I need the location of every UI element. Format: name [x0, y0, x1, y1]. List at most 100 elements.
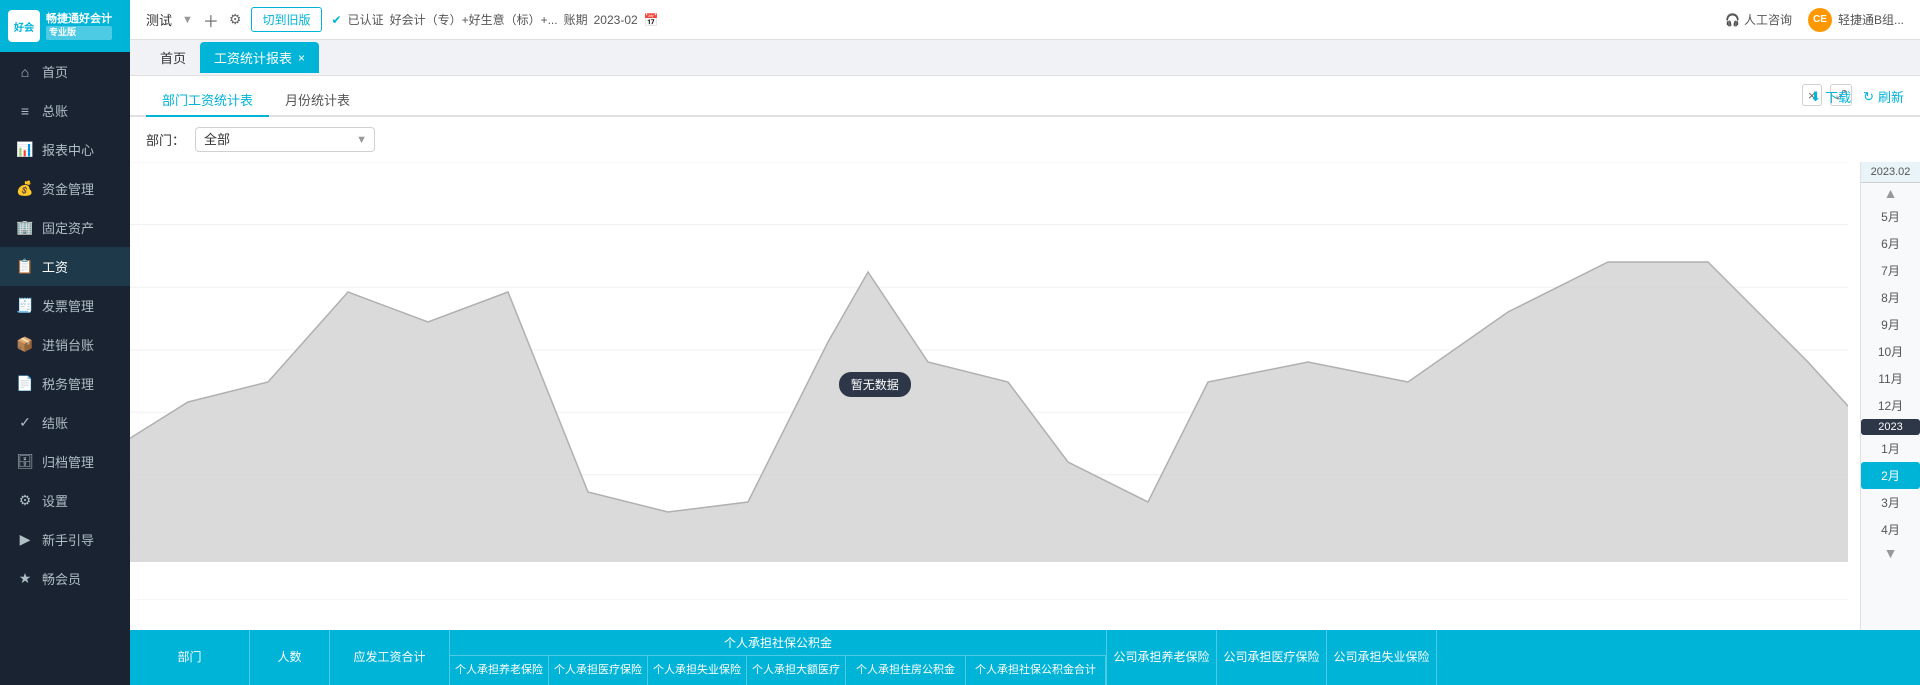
settings-icon[interactable]: ⚙ — [229, 11, 242, 28]
avatar: CE — [1808, 8, 1832, 32]
th-personal-total: 个人承担社保公积金合计 — [966, 656, 1106, 685]
subtab-bar: 部门工资统计表 月份统计表 ⬇ 下载 ↻ 刷新 — [130, 76, 1920, 117]
tab-home[interactable]: 首页 — [146, 42, 200, 73]
certified-icon: ✔ — [332, 13, 342, 27]
tab-payroll[interactable]: 工资统计报表 × — [200, 42, 319, 73]
sidebar-item-label: 归档管理 — [42, 452, 94, 471]
user-menu[interactable]: CE 轻捷通B组... — [1808, 8, 1904, 32]
sidebar-item-payroll[interactable]: 📋工资 — [0, 247, 130, 286]
area-chart — [130, 162, 1848, 600]
payroll-icon: 📋 — [16, 258, 34, 275]
th-personal-major-medical: 个人承担大额医疗 — [747, 656, 846, 685]
refresh-icon: ↻ — [1863, 89, 1874, 105]
archive-icon: 🗄 — [16, 453, 34, 470]
dept-filter-wrap: 全部 ▼ — [195, 127, 375, 152]
sidebar-item-label: 总账 — [42, 101, 68, 120]
ledger-icon: ≡ — [16, 103, 34, 119]
dept-filter-select[interactable]: 全部 — [195, 127, 375, 152]
th-dept: 部门 — [130, 630, 250, 685]
th-total-salary: 应发工资合计 — [330, 630, 450, 685]
logo-text: 畅捷通好会计 专业版 — [46, 12, 112, 40]
sidebar-item-funds[interactable]: 💰 资金管理 — [0, 169, 130, 208]
logo-icon: 好会 — [8, 10, 40, 42]
member-icon: ★ — [16, 570, 34, 587]
th-company-medical: 公司承担医疗保险 — [1217, 630, 1327, 685]
filter-row: 部门： 全部 ▼ — [130, 117, 1920, 162]
funds-icon: 💰 — [16, 180, 34, 197]
right-panel-prev-button[interactable]: ▲ — [1882, 183, 1900, 203]
subtab-dept[interactable]: 部门工资统计表 — [146, 84, 269, 117]
certified-label: 已认证 — [348, 11, 384, 28]
sidebar-item-label: 报表中心 — [42, 140, 94, 159]
th-personal-pension: 个人承担养老保险 — [450, 656, 549, 685]
right-panel-month-1[interactable]: 1月 — [1861, 435, 1920, 462]
main-content: 测试 ▼ ＋ ⚙ 切到旧版 ✔ 已认证 好会计（专）+好生意（标）+... 账期… — [130, 0, 1920, 685]
right-panel-year-badge: 2023 — [1861, 419, 1920, 435]
sidebar-item-assets[interactable]: 🏢固定资产 — [0, 208, 130, 247]
right-panel-year-label: 2023.02 — [1861, 162, 1920, 183]
service-button[interactable]: 🎧 人工咨询 — [1725, 11, 1792, 28]
company-name: 测试 — [146, 10, 172, 29]
period-label: 账期 — [564, 11, 588, 28]
add-icon[interactable]: ＋ — [203, 8, 219, 32]
sidebar-item-ledger[interactable]: ≡ 总账 — [0, 91, 130, 130]
right-panel-month-6[interactable]: 6月 — [1861, 230, 1920, 257]
calendar-icon[interactable]: 📅 — [644, 13, 659, 27]
home-icon: ⌂ — [16, 64, 34, 80]
sidebar-item-sales[interactable]: 📦进销台账 — [0, 325, 130, 364]
right-panel-month-5[interactable]: 5月 — [1861, 203, 1920, 230]
status-tags: 好会计（专）+好生意（标）+... — [390, 11, 558, 28]
sidebar-item-home[interactable]: ⌂ 首页 — [0, 52, 130, 91]
tab-close-icon[interactable]: × — [298, 51, 305, 65]
sidebar-item-guide[interactable]: ▶ 新手引导 — [0, 520, 130, 559]
switch-version-button[interactable]: 切到旧版 — [251, 7, 321, 32]
tax-icon: 📄 — [16, 375, 34, 392]
right-panel-month-10[interactable]: 10月 — [1861, 338, 1920, 365]
th-group-personal-label: 个人承担社保公积金 — [450, 630, 1106, 656]
sidebar-item-settle[interactable]: ✓结账 — [0, 403, 130, 442]
subtab-monthly[interactable]: 月份统计表 — [269, 84, 366, 117]
page-content: × ⤢ 部门工资统计表 月份统计表 ⬇ 下载 ↻ 刷新 部门： — [130, 76, 1920, 685]
reports-icon: 📊 — [16, 141, 34, 158]
sidebar-item-label: 固定资产 — [42, 218, 94, 237]
sidebar-item-label: 首页 — [42, 62, 68, 81]
chart-svg-container: 暂无数据 — [130, 162, 1848, 600]
right-panel-month-12[interactable]: 12月 — [1861, 392, 1920, 419]
right-panel-next-button[interactable]: ▼ — [1882, 543, 1900, 563]
th-group-personal-cells: 个人承担养老保险 个人承担医疗保险 个人承担失业保险 个人承担大额医疗 个人承担… — [450, 656, 1106, 685]
right-panel-month-11[interactable]: 11月 — [1861, 365, 1920, 392]
topbar: 测试 ▼ ＋ ⚙ 切到旧版 ✔ 已认证 好会计（专）+好生意（标）+... 账期… — [130, 0, 1920, 40]
right-panel-month-8[interactable]: 8月 — [1861, 284, 1920, 311]
th-count: 人数 — [250, 630, 330, 685]
right-panel-month-2-active[interactable]: 2月 — [1861, 462, 1920, 489]
right-panel-month-7[interactable]: 7月 — [1861, 257, 1920, 284]
sidebar-item-archive[interactable]: 🗄 归档管理 — [0, 442, 130, 481]
status-bar: ✔ 已认证 好会计（专）+好生意（标）+... 账期 2023-02 📅 — [332, 11, 659, 28]
sidebar: 好会 畅捷通好会计 专业版 ⌂ 首页 ≡ 总账 📊 报表中心 💰 资金管理 🏢固定资产📋工资🧾发… — [0, 0, 130, 685]
dropdown-arrow-icon[interactable]: ▼ — [182, 14, 193, 26]
sidebar-item-tax[interactable]: 📄税务管理 — [0, 364, 130, 403]
th-personal-housing-fund: 个人承担住房公积金 — [846, 656, 966, 685]
refresh-button[interactable]: ↻ 刷新 — [1863, 87, 1904, 106]
settings-icon: ⚙ — [16, 492, 34, 509]
sidebar-item-reports[interactable]: 📊 报表中心 — [0, 130, 130, 169]
download-button[interactable]: ⬇ 下载 — [1810, 87, 1851, 106]
sidebar-item-label: 资金管理 — [42, 179, 94, 198]
sales-icon: 📦 — [16, 336, 34, 353]
sidebar-item-member[interactable]: ★畅会员 — [0, 559, 130, 598]
sidebar-item-invoices[interactable]: 🧾发票管理 — [0, 286, 130, 325]
right-panel-month-4[interactable]: 4月 — [1861, 516, 1920, 543]
table-header: 部门 人数 应发工资合计 个人承担社保公积金 个人承担养老保险 个人承担医疗保险… — [130, 630, 1920, 685]
sidebar-item-label: 新手引导 — [42, 530, 94, 549]
sidebar-item-label: 结账 — [42, 413, 68, 432]
sidebar-item-settings[interactable]: ⚙ 设置 — [0, 481, 130, 520]
th-company-unemploy: 公司承担失业保险 — [1327, 630, 1437, 685]
chart-area: 0 50 100 150 200 250 300 350 — [130, 162, 1858, 630]
tab-bar: 首页 工资统计报表 × — [130, 40, 1920, 76]
sidebar-item-label: 设置 — [42, 491, 68, 510]
right-panel-month-3[interactable]: 3月 — [1861, 489, 1920, 516]
right-panel-month-9[interactable]: 9月 — [1861, 311, 1920, 338]
topbar-right: 🎧 人工咨询 CE 轻捷通B组... — [1725, 8, 1904, 32]
period-value: 2023-02 — [594, 13, 638, 27]
guide-icon: ▶ — [16, 531, 34, 548]
